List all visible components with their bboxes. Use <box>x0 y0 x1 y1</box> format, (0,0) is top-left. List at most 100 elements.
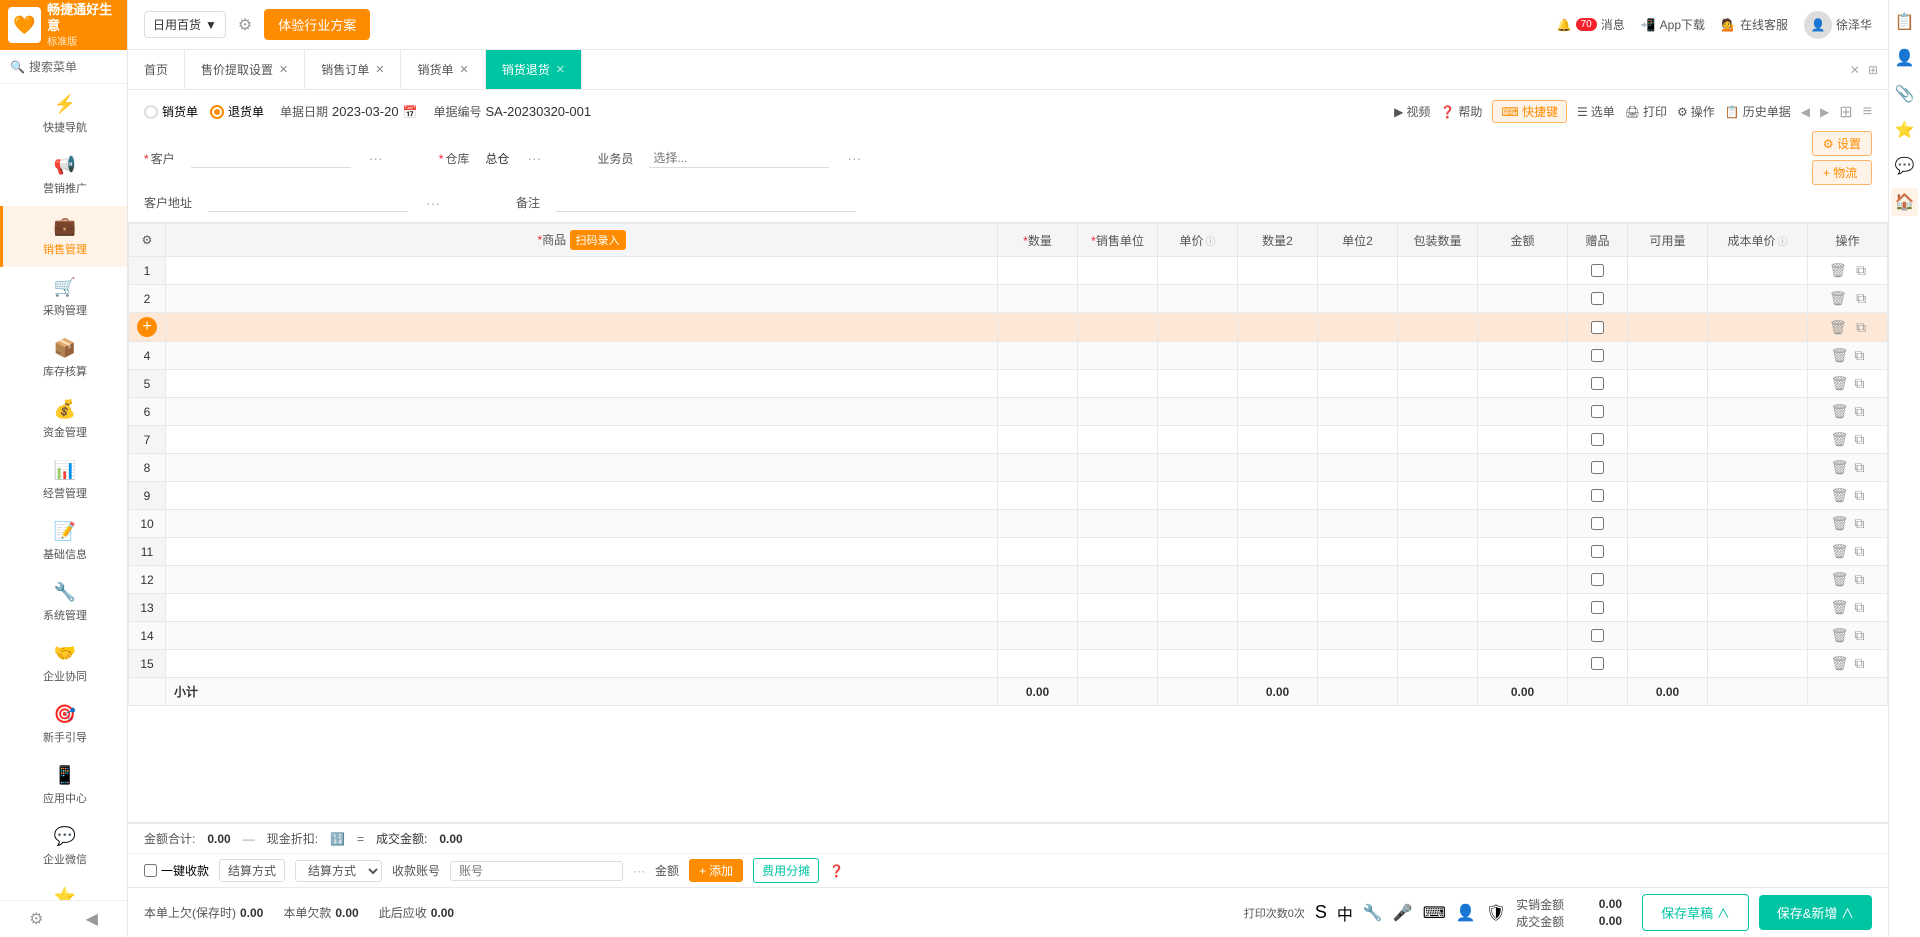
copy-row-6-icon[interactable]: ⧉ <box>1854 403 1864 419</box>
sidebar-collapse-btn[interactable]: ◀ <box>86 909 98 929</box>
one-click-payment-check[interactable]: 一键收款 <box>144 862 209 879</box>
address-input[interactable] <box>208 193 408 212</box>
nav-prev-icon[interactable]: ◀ <box>1801 105 1810 119</box>
sidebar-item-member[interactable]: ⭐ 畅会员 <box>0 877 127 900</box>
right-sidebar-chat-icon[interactable]: 💬 <box>1891 152 1919 180</box>
copy-row-2-icon[interactable]: ⧉ <box>1856 290 1866 306</box>
staff-input[interactable] <box>649 149 829 168</box>
tab-home[interactable]: 首页 <box>128 50 185 89</box>
delete-row-5-icon[interactable]: 🗑 <box>1831 375 1849 391</box>
sidebar-search[interactable]: 🔍 搜索菜单 <box>0 50 127 84</box>
fee-help-icon[interactable]: ❓ <box>829 864 844 878</box>
copy-row-1-icon[interactable]: ⧉ <box>1856 262 1866 278</box>
gift-check-6[interactable] <box>1591 405 1604 418</box>
copy-row-9-icon[interactable]: ⧉ <box>1854 487 1864 503</box>
sidebar-item-shortcut[interactable]: ⚡ 快捷导航 <box>0 84 127 145</box>
copy-row-4-icon[interactable]: ⧉ <box>1854 347 1864 363</box>
address-dots-btn[interactable]: ··· <box>426 195 440 211</box>
calendar-icon[interactable]: 📅 <box>403 105 418 119</box>
copy-row-5-icon[interactable]: ⧉ <box>1854 375 1864 391</box>
delete-row-11-icon[interactable]: 🗑 <box>1831 543 1849 559</box>
sidebar-item-guide[interactable]: 🎯 新手引导 <box>0 694 127 755</box>
save-draft-button[interactable]: 保存草稿 ∧ <box>1642 894 1749 931</box>
list-view-icon[interactable]: ≡ <box>1863 103 1872 121</box>
qty-input-1[interactable] <box>1006 264 1069 278</box>
sidebar-item-finance[interactable]: 💰 资金管理 <box>0 389 127 450</box>
pkg-input-1[interactable] <box>1406 264 1469 278</box>
toolbar-video-btn[interactable]: ▶ 视频 <box>1394 103 1430 120</box>
add-fee-btn[interactable]: + 添加 <box>689 859 743 882</box>
right-sidebar-star-icon[interactable]: ⭐ <box>1891 116 1919 144</box>
toolbar-help-btn[interactable]: ❓ 帮助 <box>1440 103 1482 120</box>
unit2-input-1[interactable] <box>1326 264 1389 278</box>
tab-close-sale-price[interactable]: ✕ <box>279 63 288 76</box>
gift-check-9[interactable] <box>1591 489 1604 502</box>
calc-discount-btn[interactable]: 🔢 <box>330 832 345 846</box>
price-info-icon[interactable]: ⓘ <box>1206 237 1216 248</box>
calc-method-select[interactable]: 结算方式 <box>295 860 382 882</box>
toolbar-shortcut-btn[interactable]: ⌨ 快捷键 <box>1492 100 1567 123</box>
tab-sale-goods[interactable]: 销货单 ✕ <box>401 50 485 89</box>
delete-row-1-icon[interactable]: 🗑 <box>1829 262 1847 278</box>
setup-button[interactable]: ⚙ 设置 <box>1812 131 1872 156</box>
toolbar-print-btn[interactable]: 🖨 打印 <box>1625 103 1667 120</box>
gift-check-13[interactable] <box>1591 601 1604 614</box>
toolbar-history-btn[interactable]: 📋 历史单据 <box>1725 103 1791 120</box>
staff-dots-btn[interactable]: ··· <box>847 150 861 166</box>
gift-check-11[interactable] <box>1591 545 1604 558</box>
tab-sale-price[interactable]: 售价提取设置 ✕ <box>185 50 305 89</box>
tab-close-sale-return[interactable]: ✕ <box>556 63 565 76</box>
copy-row-14-icon[interactable]: ⧉ <box>1854 627 1864 643</box>
gift-check-7[interactable] <box>1591 433 1604 446</box>
delete-row-13-icon[interactable]: 🗑 <box>1831 599 1849 615</box>
delete-row-6-icon[interactable]: 🗑 <box>1831 403 1849 419</box>
right-sidebar-attach-icon[interactable]: 📎 <box>1891 80 1919 108</box>
delete-row-3-icon[interactable]: 🗑 <box>1829 319 1847 335</box>
notification-btn[interactable]: 🔔 70 消息 <box>1557 16 1625 33</box>
trial-button[interactable]: 体验行业方案 <box>264 9 370 40</box>
sidebar-item-wechat[interactable]: 💬 企业微信 <box>0 816 127 877</box>
delete-row-4-icon[interactable]: 🗑 <box>1831 347 1849 363</box>
product-input-2[interactable] <box>174 292 989 306</box>
delete-row-8-icon[interactable]: 🗑 <box>1831 459 1849 475</box>
gift-check-10[interactable] <box>1591 517 1604 530</box>
save-new-button[interactable]: 保存&新增 ∧ <box>1759 895 1872 930</box>
avail-input-1[interactable] <box>1636 264 1699 278</box>
cost-info-icon[interactable]: ⓘ <box>1778 237 1788 248</box>
gift-check-5[interactable] <box>1591 377 1604 390</box>
sidebar-item-ops[interactable]: 📊 经营管理 <box>0 450 127 511</box>
delete-row-15-icon[interactable]: 🗑 <box>1831 655 1849 671</box>
gift-check-3[interactable] <box>1591 321 1604 334</box>
sidebar-item-basic[interactable]: 📝 基础信息 <box>0 511 127 572</box>
delete-row-10-icon[interactable]: 🗑 <box>1831 515 1849 531</box>
delete-row-14-icon[interactable]: 🗑 <box>1831 627 1849 643</box>
gift-check-1[interactable] <box>1591 264 1604 277</box>
copy-row-15-icon[interactable]: ⧉ <box>1854 655 1864 671</box>
product-input-1[interactable] <box>174 264 989 278</box>
add-logistics-button[interactable]: + 物流 <box>1812 160 1872 185</box>
copy-row-12-icon[interactable]: ⧉ <box>1854 571 1864 587</box>
app-download-btn[interactable]: 📲 App下载 <box>1641 16 1705 33</box>
sidebar-item-sales[interactable]: 💼 销售管理 <box>0 206 127 267</box>
delete-row-12-icon[interactable]: 🗑 <box>1831 571 1849 587</box>
fee-split-btn[interactable]: 费用分摊 <box>753 858 819 883</box>
amount-input-1[interactable] <box>1486 264 1559 278</box>
radio-sale[interactable]: 销货单 <box>144 103 198 120</box>
delete-row-9-icon[interactable]: 🗑 <box>1831 487 1849 503</box>
grid-view-icon[interactable]: ⊞ <box>1839 102 1852 122</box>
topbar-gear-icon[interactable]: ⚙ <box>238 15 252 35</box>
copy-row-10-icon[interactable]: ⧉ <box>1854 515 1864 531</box>
gift-check-14[interactable] <box>1591 629 1604 642</box>
gift-check-4[interactable] <box>1591 349 1604 362</box>
product-input-3[interactable] <box>174 320 989 334</box>
th-settings[interactable]: ⚙ <box>129 224 166 257</box>
add-row-button[interactable]: + <box>137 317 157 337</box>
account-dots-btn[interactable]: ··· <box>633 864 645 878</box>
sidebar-item-purchase[interactable]: 🛒 采购管理 <box>0 267 127 328</box>
qty2-input-1[interactable] <box>1246 264 1309 278</box>
right-sidebar-home-icon[interactable]: 🏠 <box>1891 188 1919 216</box>
delete-row-7-icon[interactable]: 🗑 <box>1831 431 1849 447</box>
sidebar-item-apps[interactable]: 📱 应用中心 <box>0 755 127 816</box>
radio-return[interactable]: 退货单 <box>210 103 264 120</box>
online-service-btn[interactable]: 💁 在线客服 <box>1721 16 1788 33</box>
